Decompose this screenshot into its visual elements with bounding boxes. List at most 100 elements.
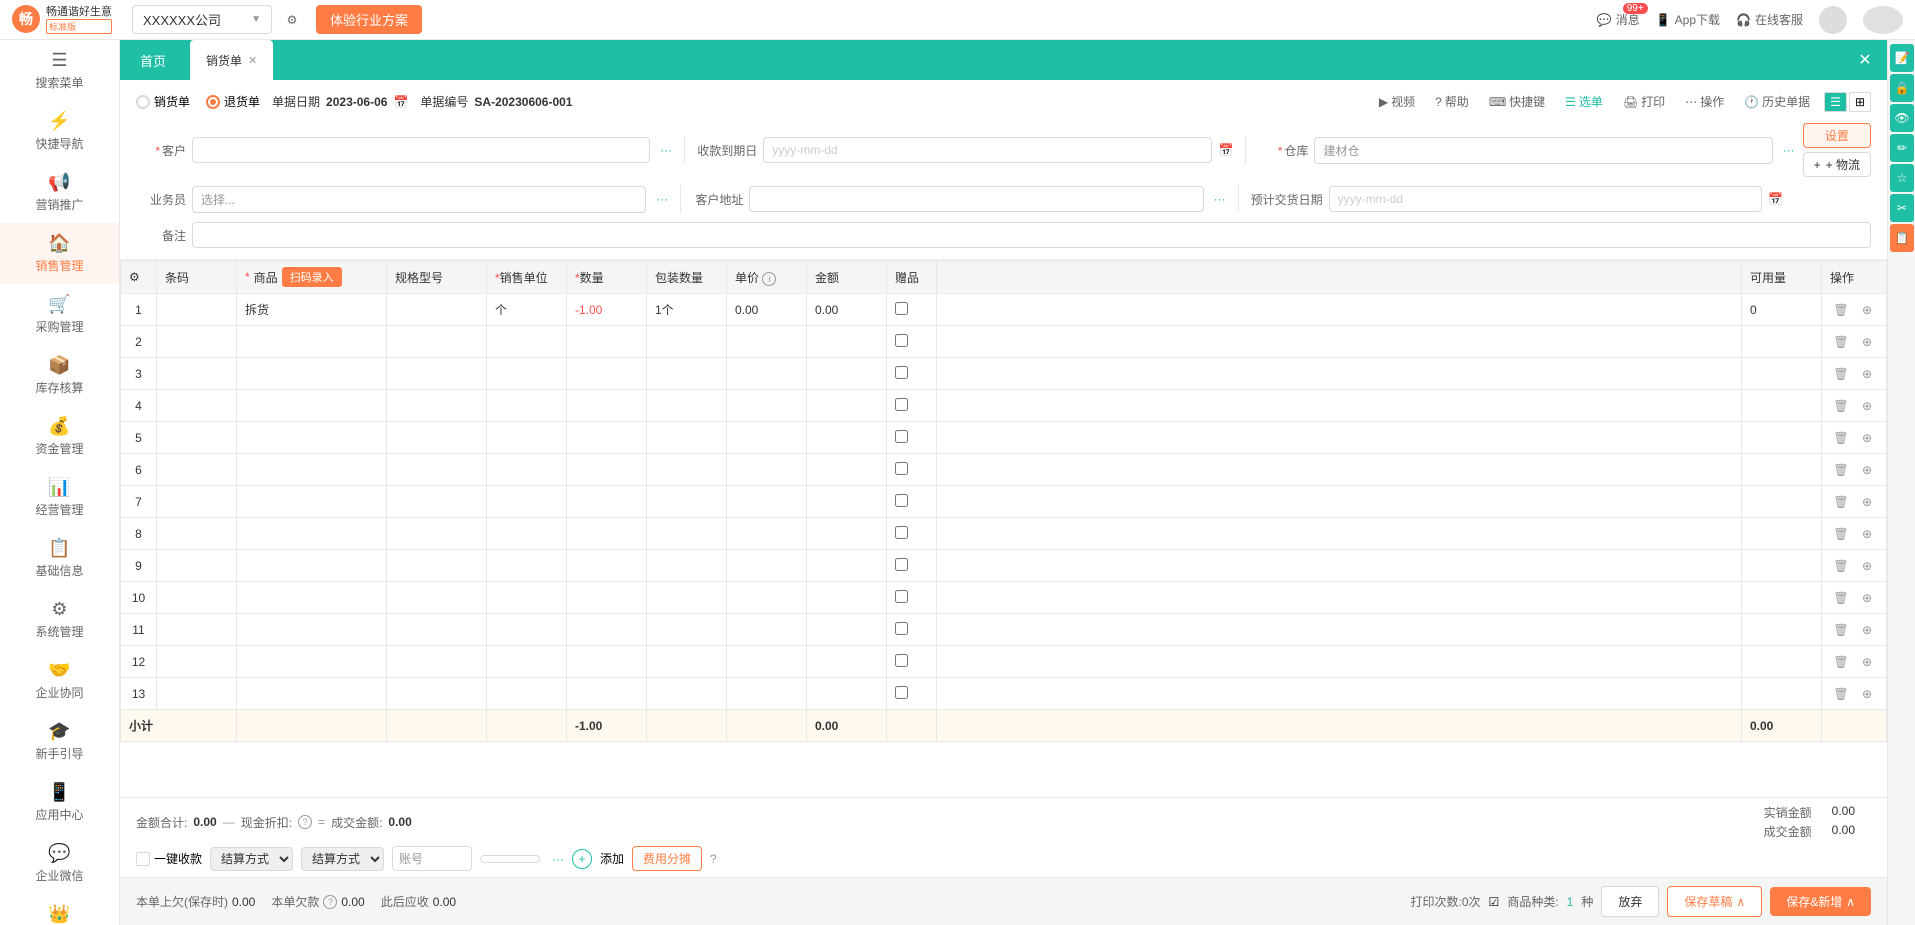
row-delete-btn[interactable]: 🗑 <box>1830 491 1852 513</box>
gift-checkbox[interactable] <box>895 654 908 667</box>
row-price[interactable] <box>727 582 807 614</box>
row-amount[interactable] <box>807 454 887 486</box>
row-amount[interactable] <box>807 550 887 582</box>
product-type-icon[interactable]: ☑ <box>1489 895 1500 909</box>
row-qty[interactable] <box>567 358 647 390</box>
sidebar-item-sales-mgmt[interactable]: 🏠 销售管理 <box>0 223 119 284</box>
row-pkg-qty[interactable] <box>647 358 727 390</box>
gift-checkbox[interactable] <box>895 622 908 635</box>
row-spec[interactable] <box>387 518 487 550</box>
row-spec[interactable] <box>387 358 487 390</box>
row-spec[interactable] <box>387 646 487 678</box>
calendar-icon[interactable]: 📅 <box>393 95 408 109</box>
col-settings[interactable]: ⚙ <box>121 261 157 294</box>
row-price[interactable] <box>727 326 807 358</box>
row-spec[interactable] <box>387 326 487 358</box>
row-gift[interactable] <box>887 358 937 390</box>
row-price[interactable] <box>727 358 807 390</box>
row-copy-btn[interactable]: ⊕ <box>1856 683 1878 705</box>
right-panel-scissors-btn[interactable]: ✂ <box>1890 194 1914 222</box>
add-logistics-btn[interactable]: + + 物流 <box>1803 152 1871 177</box>
salesperson-input[interactable]: 选择... <box>192 186 646 213</box>
row-barcode[interactable] <box>157 614 237 646</box>
one-click-payment-check[interactable]: 一键收款 <box>136 850 202 867</box>
row-pkg-qty[interactable] <box>647 550 727 582</box>
sidebar-item-system-mgmt[interactable]: ⚙ 系统管理 <box>0 589 119 650</box>
right-panel-orange-btn[interactable]: 📋 <box>1890 224 1914 252</box>
row-barcode[interactable] <box>157 358 237 390</box>
row-copy-btn[interactable]: ⊕ <box>1856 619 1878 641</box>
sidebar-item-operations[interactable]: 📊 经营管理 <box>0 467 119 528</box>
row-delete-btn[interactable]: 🗑 <box>1830 331 1852 353</box>
experience-btn[interactable]: 体验行业方案 <box>316 5 422 34</box>
row-amount[interactable] <box>807 518 887 550</box>
row-amount[interactable] <box>807 582 887 614</box>
row-pkg-qty[interactable] <box>647 422 727 454</box>
row-product[interactable] <box>237 646 387 678</box>
delivery-date-input[interactable]: yyyy-mm-dd <box>1329 186 1762 212</box>
row-price[interactable]: 0.00 <box>727 294 807 326</box>
row-barcode[interactable] <box>157 326 237 358</box>
history-btn[interactable]: 🕐 历史单据 <box>1738 90 1816 113</box>
order-settings-btn[interactable]: 设置 <box>1803 123 1871 148</box>
row-qty[interactable] <box>567 422 647 454</box>
gift-checkbox[interactable] <box>895 398 908 411</box>
row-unit[interactable] <box>487 326 567 358</box>
row-qty[interactable] <box>567 486 647 518</box>
row-product[interactable] <box>237 550 387 582</box>
operation-btn[interactable]: ⋯ 操作 <box>1679 90 1730 113</box>
sidebar-item-finance[interactable]: 💰 资金管理 <box>0 406 119 467</box>
warehouse-select-icon[interactable]: ··· <box>1783 143 1795 157</box>
row-price[interactable] <box>727 614 807 646</box>
row-amount[interactable] <box>807 486 887 518</box>
company-selector[interactable]: XXXXXX公司 ▼ <box>132 5 272 34</box>
row-gift[interactable] <box>887 646 937 678</box>
right-panel-note-btn[interactable]: 📝 <box>1890 44 1914 72</box>
row-unit[interactable] <box>487 582 567 614</box>
sidebar-item-app-center[interactable]: 📱 应用中心 <box>0 772 119 833</box>
row-unit[interactable] <box>487 678 567 710</box>
row-pkg-qty[interactable] <box>647 390 727 422</box>
row-product[interactable] <box>237 454 387 486</box>
row-amount[interactable]: 0.00 <box>807 294 887 326</box>
row-spec[interactable] <box>387 486 487 518</box>
help-btn[interactable]: ? 帮助 <box>1429 90 1475 113</box>
row-price[interactable] <box>727 518 807 550</box>
tab-home[interactable]: 首页 <box>120 40 186 80</box>
row-barcode[interactable] <box>157 550 237 582</box>
row-unit[interactable]: 个 <box>487 294 567 326</box>
row-copy-btn[interactable]: ⊕ <box>1856 555 1878 577</box>
discard-btn[interactable]: 放弃 <box>1601 886 1659 917</box>
sidebar-item-search-order[interactable]: ☰ 搜索菜单 <box>0 40 119 101</box>
user-name[interactable] <box>1863 6 1903 34</box>
row-qty[interactable] <box>567 582 647 614</box>
row-gift[interactable] <box>887 614 937 646</box>
app-download-btn[interactable]: 📱 App下载 <box>1656 11 1720 28</box>
row-qty[interactable] <box>567 678 647 710</box>
sidebar-item-member[interactable]: 👑 畅会员 <box>0 894 119 925</box>
row-barcode[interactable] <box>157 646 237 678</box>
sidebar-item-enterprise[interactable]: 🤝 企业协同 <box>0 650 119 711</box>
row-gift[interactable] <box>887 550 937 582</box>
row-copy-btn[interactable]: ⊕ <box>1856 395 1878 417</box>
sidebar-item-newbie[interactable]: 🎓 新手引导 <box>0 711 119 772</box>
row-qty[interactable]: -1.00 <box>567 294 647 326</box>
right-panel-edit-btn[interactable]: ✏ <box>1890 134 1914 162</box>
remark-input[interactable] <box>192 222 1871 248</box>
gift-checkbox[interactable] <box>895 526 908 539</box>
row-qty[interactable] <box>567 518 647 550</box>
row-delete-btn[interactable]: 🗑 <box>1830 427 1852 449</box>
row-product[interactable] <box>237 422 387 454</box>
row-spec[interactable] <box>387 294 487 326</box>
row-qty[interactable] <box>567 646 647 678</box>
row-qty[interactable] <box>567 326 647 358</box>
gift-checkbox[interactable] <box>895 334 908 347</box>
row-delete-btn[interactable]: 🗑 <box>1830 523 1852 545</box>
row-price[interactable] <box>727 422 807 454</box>
payment-calendar-icon[interactable]: 📅 <box>1218 143 1233 157</box>
address-select-icon[interactable]: ··· <box>1214 192 1226 206</box>
row-gift[interactable] <box>887 518 937 550</box>
row-barcode[interactable] <box>157 390 237 422</box>
right-panel-star-btn[interactable]: ☆ <box>1890 164 1914 192</box>
gift-checkbox[interactable] <box>895 302 908 315</box>
